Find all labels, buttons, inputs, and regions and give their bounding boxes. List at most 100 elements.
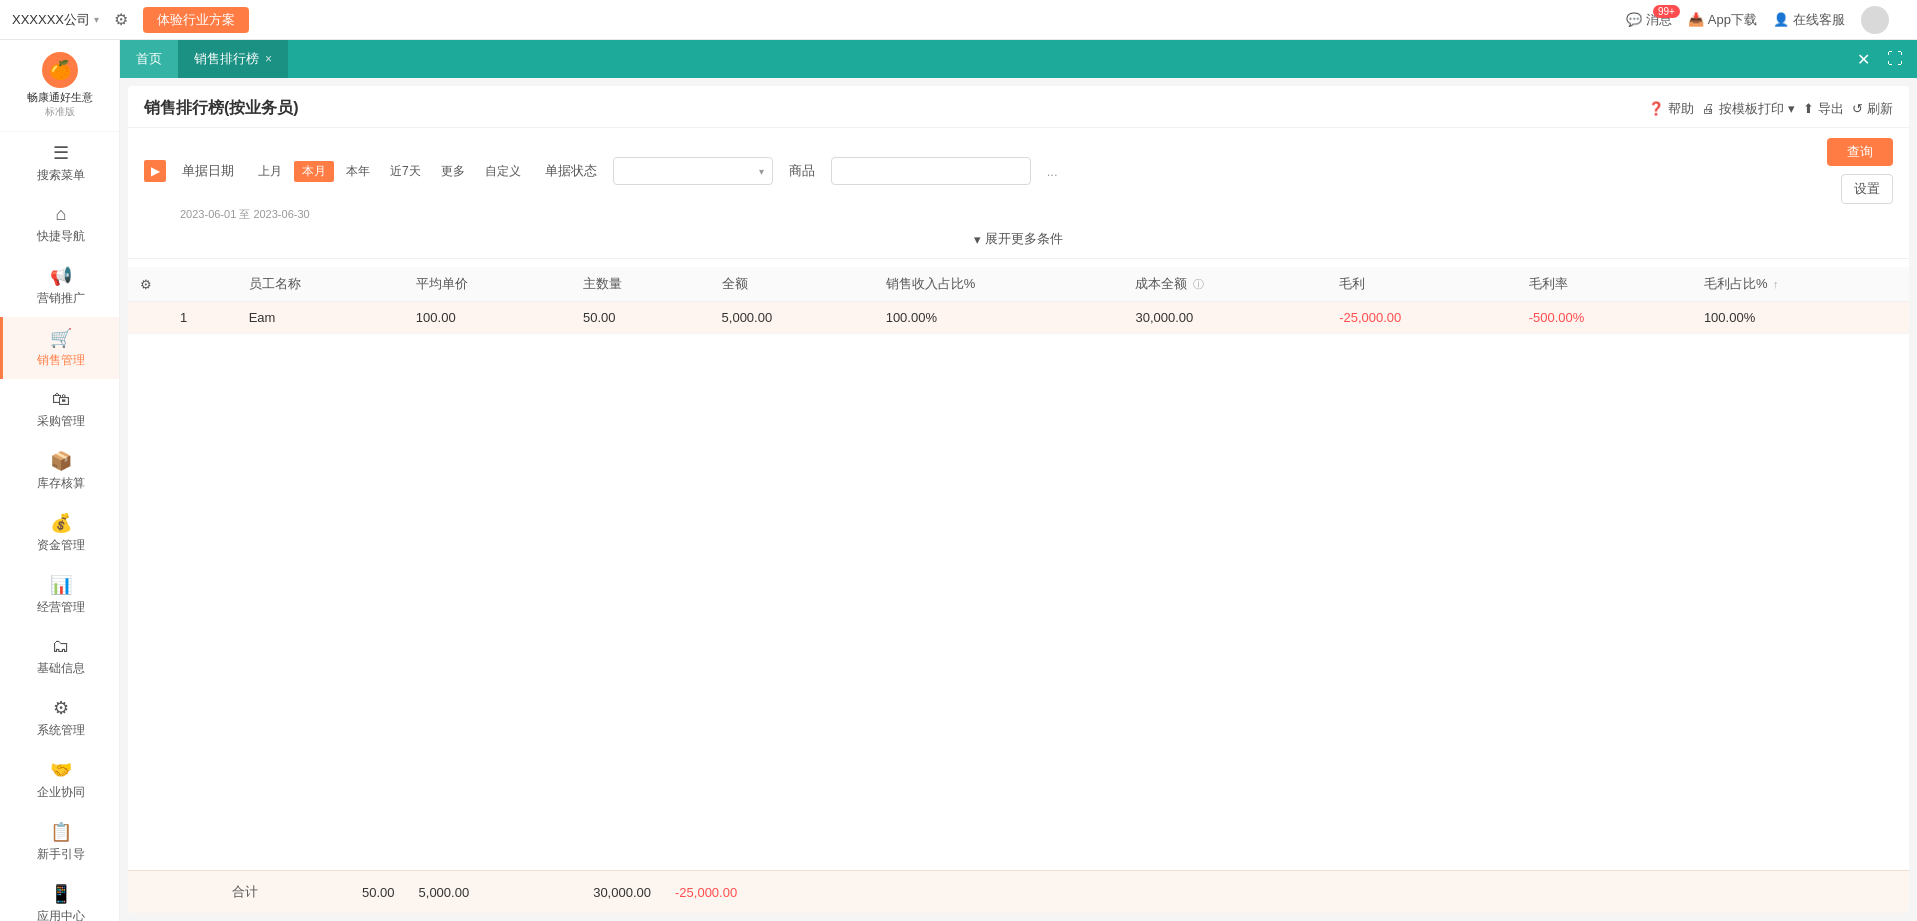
notification-button[interactable]: 💬 消息 99+ [1626, 11, 1672, 29]
status-chevron-icon: ▾ [759, 166, 764, 177]
date-option-7days[interactable]: 近7天 [382, 161, 429, 182]
sidebar-item-quick-nav[interactable]: ⌂ 快捷导航 [0, 194, 119, 255]
footer-gross: -25,000.00 [663, 881, 749, 904]
status-select[interactable]: ▾ [613, 157, 773, 185]
th-amount: 全额 [710, 267, 874, 302]
sidebar-logo: 🍊 畅康通好生意 标准版 [0, 40, 119, 132]
sidebar-item-app-center[interactable]: 📱 应用中心 [0, 873, 119, 921]
help-button[interactable]: ❓ 帮助 [1648, 100, 1694, 118]
trial-button[interactable]: 体验行业方案 [143, 7, 249, 33]
collab-icon: 🤝 [50, 759, 72, 781]
table-row: 1 Eam 100.00 50.00 5,000.00 100.00% 30,0… [128, 302, 1909, 334]
td-avg-price: 100.00 [404, 302, 571, 334]
th-gross-rate: 毛利率 [1517, 267, 1692, 302]
top-bar: XXXXXX公司 ▾ ⚙ 体验行业方案 💬 消息 99+ 📥 App下载 👤 在… [0, 0, 1917, 40]
refresh-button[interactable]: ↺ 刷新 [1852, 100, 1893, 118]
date-option-this-month[interactable]: 本月 [294, 161, 334, 182]
message-icon: 💬 [1626, 12, 1642, 27]
goods-input[interactable] [831, 157, 1031, 185]
service-icon: 👤 [1773, 12, 1789, 27]
th-gross-pct: 毛利占比% ↑ [1692, 267, 1909, 302]
th-name: 员工名称 [237, 267, 404, 302]
sidebar-item-search-order[interactable]: ☰ 搜索菜单 [0, 132, 119, 194]
sidebar-item-sys-mgmt[interactable]: ⚙ 系统管理 [0, 687, 119, 749]
tab-maximize-button[interactable]: ⛶ [1881, 45, 1909, 73]
logo-icon: 🍊 [42, 52, 78, 88]
sidebar-item-finance[interactable]: 💰 资金管理 [0, 502, 119, 564]
page-title: 销售排行榜(按业务员) [144, 98, 299, 119]
sys-icon: ⚙ [53, 697, 69, 719]
guide-icon: 📋 [50, 821, 72, 843]
tab-close-window-button[interactable]: ✕ [1849, 45, 1877, 73]
footer-main-qty: 50.00 [350, 881, 407, 904]
company-selector[interactable]: XXXXXX公司 ▾ [12, 11, 99, 29]
footer-amount: 5,000.00 [407, 881, 482, 904]
date-option-more[interactable]: 更多 [433, 161, 473, 182]
td-amount: 5,000.00 [710, 302, 874, 334]
date-option-last-month[interactable]: 上月 [250, 161, 290, 182]
base-info-icon: 🗂 [52, 636, 70, 657]
tab-sales-ranking[interactable]: 销售排行榜 × [178, 40, 288, 78]
sidebar-item-sales-mgmt[interactable]: 🛒 销售管理 [0, 317, 119, 379]
page-header: 销售排行榜(按业务员) ❓ 帮助 🖨 按模板打印 ▾ ⬆ 导出 [128, 86, 1909, 128]
filter-right-actions: 查询 设置 [1827, 138, 1893, 204]
footer-cost: 30,000.00 [581, 881, 663, 904]
th-avg-price: 平均单价 [404, 267, 571, 302]
tab-bar-actions: ✕ ⛶ [1849, 45, 1917, 73]
page-content: 销售排行榜(按业务员) ❓ 帮助 🖨 按模板打印 ▾ ⬆ 导出 [128, 86, 1909, 913]
sidebar-label: 经营管理 [37, 599, 85, 616]
sidebar-item-inventory[interactable]: 📦 库存核算 [0, 440, 119, 502]
table-header-row: ⚙ 员工名称 平均单价 主数量 全额 销售收入占比% 成本全额 ⓘ 毛利 毛利率… [128, 267, 1909, 302]
date-option-custom[interactable]: 自定义 [477, 161, 529, 182]
td-gross: -25,000.00 [1327, 302, 1517, 334]
date-filter: 上月 本月 本年 近7天 更多 自定义 [250, 161, 529, 182]
sidebar-item-purchase-mgmt[interactable]: 🛍 采购管理 [0, 379, 119, 440]
th-settings[interactable]: ⚙ [128, 267, 168, 302]
sidebar-item-beginner-guide[interactable]: 📋 新手引导 [0, 811, 119, 873]
app-download-button[interactable]: 📥 App下载 [1688, 11, 1757, 29]
table-wrapper: ⚙ 员工名称 平均单价 主数量 全额 销售收入占比% 成本全额 ⓘ 毛利 毛利率… [128, 259, 1909, 870]
sidebar-item-enterprise-collab[interactable]: 🤝 企业协同 [0, 749, 119, 811]
sidebar-label: 企业协同 [37, 784, 85, 801]
sidebar-item-ops-mgmt[interactable]: 📊 经营管理 [0, 564, 119, 626]
th-main-qty: 主数量 [571, 267, 710, 302]
sidebar-item-marketing[interactable]: 📢 营销推广 [0, 255, 119, 317]
status-label: 单据状态 [545, 162, 597, 180]
tab-home[interactable]: 首页 [120, 40, 178, 78]
footer-rank-spacer [180, 888, 220, 896]
date-option-this-year[interactable]: 本年 [338, 161, 378, 182]
export-button[interactable]: ⬆ 导出 [1803, 100, 1844, 118]
logo-sub: 标准版 [45, 105, 75, 119]
table-settings-button[interactable]: 设置 [1841, 174, 1893, 204]
purchase-icon: 🛍 [52, 389, 70, 410]
filter-collapse-button[interactable]: ▶ [144, 160, 166, 182]
notif-badge: 99+ [1653, 5, 1680, 18]
expand-filter-button[interactable]: ▾ 展开更多条件 [144, 230, 1893, 248]
online-service-button[interactable]: 👤 在线客服 [1773, 11, 1845, 29]
search-order-icon: ☰ [53, 142, 69, 164]
print-template-button[interactable]: 🖨 按模板打印 ▾ [1702, 100, 1795, 118]
sidebar-item-base-info[interactable]: 🗂 基础信息 [0, 626, 119, 687]
avatar[interactable] [1861, 6, 1889, 34]
more-filter-button[interactable]: ... [1047, 164, 1058, 179]
sales-icon: 🛒 [50, 327, 72, 349]
query-button[interactable]: 查询 [1827, 138, 1893, 166]
table-footer: 合计 50.00 5,000.00 30,000.00 -25,000.00 [128, 870, 1909, 913]
td-main-qty: 50.00 [571, 302, 710, 334]
footer-spacer [140, 888, 180, 896]
sidebar-label: 销售管理 [37, 352, 85, 369]
tab-close-icon[interactable]: × [265, 52, 272, 66]
sidebar-label: 搜索菜单 [37, 167, 85, 184]
goods-label: 商品 [789, 162, 815, 180]
td-name: Eam [237, 302, 404, 334]
marketing-icon: 📢 [50, 265, 72, 287]
td-sales-pct: 100.00% [874, 302, 1124, 334]
sidebar-label: 应用中心 [37, 908, 85, 921]
footer-label: 合计 [220, 879, 270, 905]
settings-icon[interactable]: ⚙ [107, 6, 135, 34]
content-area: 首页 销售排行榜 × ✕ ⛶ 销售排行榜(按业务员) ❓ 帮助 [120, 40, 1917, 921]
top-bar-right: 💬 消息 99+ 📥 App下载 👤 在线客服 [1626, 6, 1905, 34]
footer-avg-spacer [270, 888, 350, 896]
th-gross: 毛利 [1327, 267, 1517, 302]
company-name: XXXXXX公司 [12, 11, 90, 29]
